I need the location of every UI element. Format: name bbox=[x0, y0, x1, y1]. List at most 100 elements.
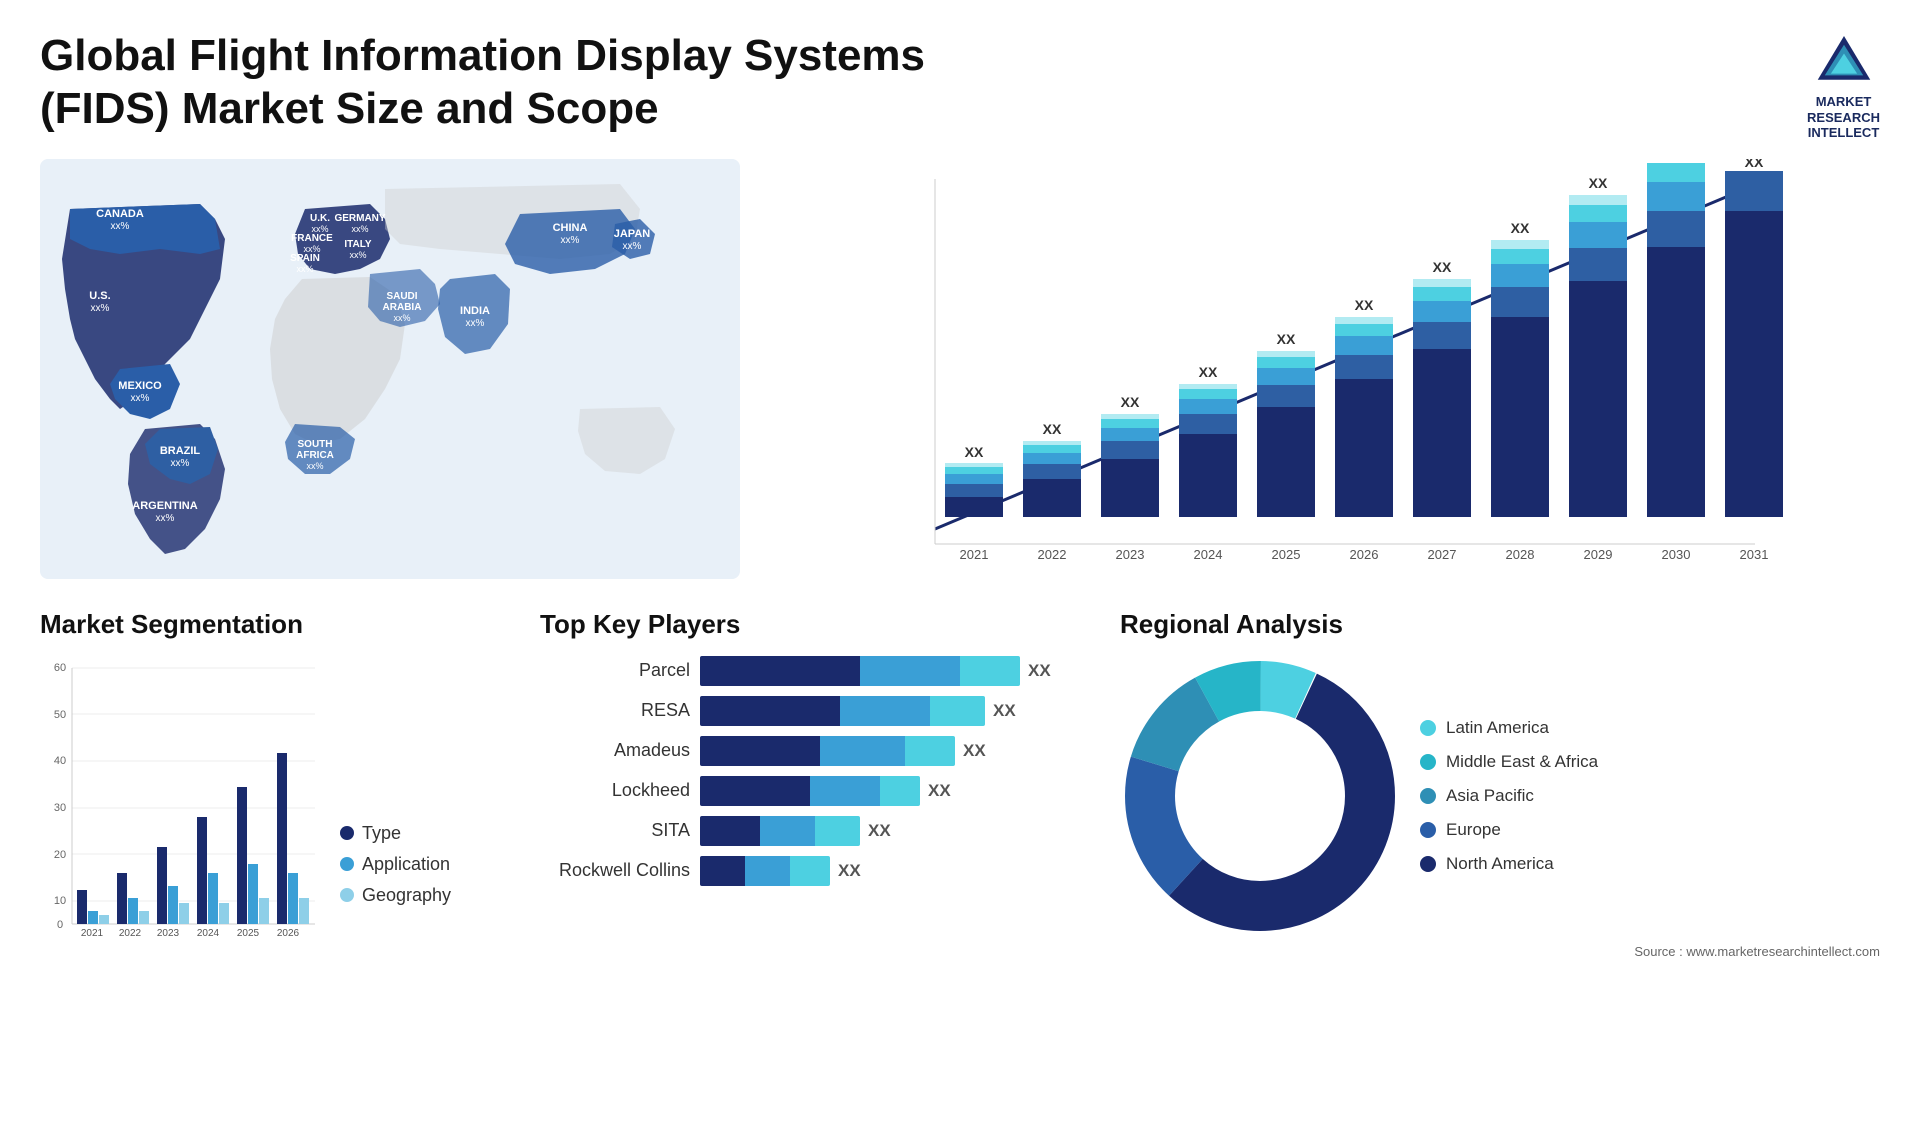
svg-text:2027: 2027 bbox=[1428, 547, 1457, 562]
svg-text:XX: XX bbox=[1667, 159, 1686, 162]
legend-item-application: Application bbox=[340, 854, 451, 875]
svg-text:xx%: xx% bbox=[91, 303, 110, 314]
player-name-rockwell: Rockwell Collins bbox=[540, 860, 690, 881]
svg-text:SOUTH: SOUTH bbox=[298, 439, 333, 450]
player-row-parcel: Parcel XX bbox=[540, 656, 1100, 686]
svg-text:60: 60 bbox=[54, 662, 66, 674]
player-bar-wrap-parcel: XX bbox=[700, 656, 1100, 686]
player-val-lockheed: XX bbox=[928, 781, 951, 801]
svg-text:40: 40 bbox=[54, 755, 66, 767]
player-bar-wrap-rockwell: XX bbox=[700, 856, 1100, 886]
svg-text:2025: 2025 bbox=[1272, 547, 1301, 562]
logo-icon bbox=[1809, 30, 1879, 90]
segmentation-chart-wrapper: 60 50 40 30 20 10 0 bbox=[40, 656, 520, 936]
svg-text:2029: 2029 bbox=[1584, 547, 1613, 562]
svg-text:xx%: xx% bbox=[296, 264, 313, 274]
segmentation-legend: Type Application Geography bbox=[340, 823, 451, 936]
player-bar-resa bbox=[700, 696, 985, 726]
top-row: CANADA xx% U.S. xx% MEXICO xx% BRAZIL xx… bbox=[40, 159, 1880, 579]
svg-text:xx%: xx% bbox=[111, 221, 130, 232]
legend-dot-geography bbox=[340, 888, 354, 902]
svg-text:MEXICO: MEXICO bbox=[118, 380, 162, 392]
svg-text:2024: 2024 bbox=[1194, 547, 1223, 562]
player-bar-wrap-lockheed: XX bbox=[700, 776, 1100, 806]
player-name-lockheed: Lockheed bbox=[540, 780, 690, 801]
player-row-resa: RESA XX bbox=[540, 696, 1100, 726]
segmentation-svg: 60 50 40 30 20 10 0 bbox=[40, 656, 320, 936]
world-map: CANADA xx% U.S. xx% MEXICO xx% BRAZIL xx… bbox=[40, 159, 740, 579]
svg-text:xx%: xx% bbox=[349, 250, 366, 260]
player-val-parcel: XX bbox=[1028, 661, 1051, 681]
bars: XX XX XX bbox=[945, 159, 1783, 517]
svg-text:xx%: xx% bbox=[156, 513, 175, 524]
reg-label-latin-america: Latin America bbox=[1446, 718, 1549, 738]
svg-text:2021: 2021 bbox=[81, 928, 104, 936]
player-row-sita: SITA XX bbox=[540, 816, 1100, 846]
regional-section: Regional Analysis bbox=[1120, 609, 1880, 1049]
key-players-title: Top Key Players bbox=[540, 609, 1100, 640]
svg-text:CHINA: CHINA bbox=[553, 222, 588, 234]
donut-svg bbox=[1120, 656, 1400, 936]
source-text: Source : www.marketresearchintellect.com bbox=[1120, 944, 1880, 959]
logo-text: MARKETRESEARCHINTELLECT bbox=[1807, 94, 1880, 141]
svg-text:U.S.: U.S. bbox=[89, 290, 110, 302]
growth-chart-svg: XX XX XX bbox=[770, 159, 1880, 579]
svg-text:0: 0 bbox=[57, 919, 63, 931]
reg-dot-latin-america bbox=[1420, 720, 1436, 736]
player-row-rockwell: Rockwell Collins XX bbox=[540, 856, 1100, 886]
svg-text:2030: 2030 bbox=[1662, 547, 1691, 562]
svg-text:BRAZIL: BRAZIL bbox=[160, 445, 201, 457]
reg-legend-europe: Europe bbox=[1420, 820, 1598, 840]
player-val-sita: XX bbox=[868, 821, 891, 841]
svg-text:AFRICA: AFRICA bbox=[296, 450, 334, 461]
reg-dot-asia-pacific bbox=[1420, 788, 1436, 804]
players-list: Parcel XX RESA bbox=[540, 656, 1100, 886]
svg-text:2022: 2022 bbox=[119, 928, 142, 936]
player-bar-lockheed bbox=[700, 776, 920, 806]
regional-legend: Latin America Middle East & Africa Asia … bbox=[1420, 718, 1598, 874]
svg-text:FRANCE: FRANCE bbox=[291, 233, 333, 244]
player-name-sita: SITA bbox=[540, 820, 690, 841]
player-bar-parcel bbox=[700, 656, 1020, 686]
svg-text:ITALY: ITALY bbox=[344, 239, 372, 250]
map-svg: CANADA xx% U.S. xx% MEXICO xx% BRAZIL xx… bbox=[40, 159, 740, 579]
player-row-lockheed: Lockheed XX bbox=[540, 776, 1100, 806]
svg-text:xx%: xx% bbox=[306, 461, 323, 471]
svg-text:SAUDI: SAUDI bbox=[386, 291, 417, 302]
reg-dot-north-america bbox=[1420, 856, 1436, 872]
svg-text:xx%: xx% bbox=[351, 224, 368, 234]
svg-text:XX: XX bbox=[1043, 421, 1062, 437]
svg-text:XX: XX bbox=[1433, 259, 1452, 275]
svg-text:XX: XX bbox=[1511, 220, 1530, 236]
svg-text:xx%: xx% bbox=[466, 318, 485, 329]
segmentation-title: Market Segmentation bbox=[40, 609, 520, 640]
legend-dot-type bbox=[340, 826, 354, 840]
reg-label-europe: Europe bbox=[1446, 820, 1501, 840]
legend-label-application: Application bbox=[362, 854, 450, 875]
svg-text:XX: XX bbox=[1745, 159, 1764, 170]
player-bar-wrap-sita: XX bbox=[700, 816, 1100, 846]
svg-text:xx%: xx% bbox=[393, 313, 410, 323]
player-bar-wrap-resa: XX bbox=[700, 696, 1100, 726]
svg-text:U.K.: U.K. bbox=[310, 213, 330, 224]
svg-text:2023: 2023 bbox=[157, 928, 180, 936]
svg-text:XX: XX bbox=[1121, 394, 1140, 410]
reg-dot-europe bbox=[1420, 822, 1436, 838]
svg-text:2026: 2026 bbox=[1350, 547, 1379, 562]
page-title: Global Flight Information Display System… bbox=[40, 30, 940, 136]
svg-text:ARABIA: ARABIA bbox=[383, 302, 422, 313]
svg-text:50: 50 bbox=[54, 709, 66, 721]
player-name-resa: RESA bbox=[540, 700, 690, 721]
player-val-resa: XX bbox=[993, 701, 1016, 721]
svg-text:2031: 2031 bbox=[1740, 547, 1769, 562]
svg-text:2024: 2024 bbox=[197, 928, 220, 936]
svg-text:2023: 2023 bbox=[1116, 547, 1145, 562]
svg-text:20: 20 bbox=[54, 849, 66, 861]
svg-text:XX: XX bbox=[1355, 297, 1374, 313]
player-bar-rockwell bbox=[700, 856, 830, 886]
legend-label-type: Type bbox=[362, 823, 401, 844]
reg-label-north-america: North America bbox=[1446, 854, 1554, 874]
legend-item-geography: Geography bbox=[340, 885, 451, 906]
reg-legend-north-america: North America bbox=[1420, 854, 1598, 874]
svg-text:GERMANY: GERMANY bbox=[334, 213, 385, 224]
